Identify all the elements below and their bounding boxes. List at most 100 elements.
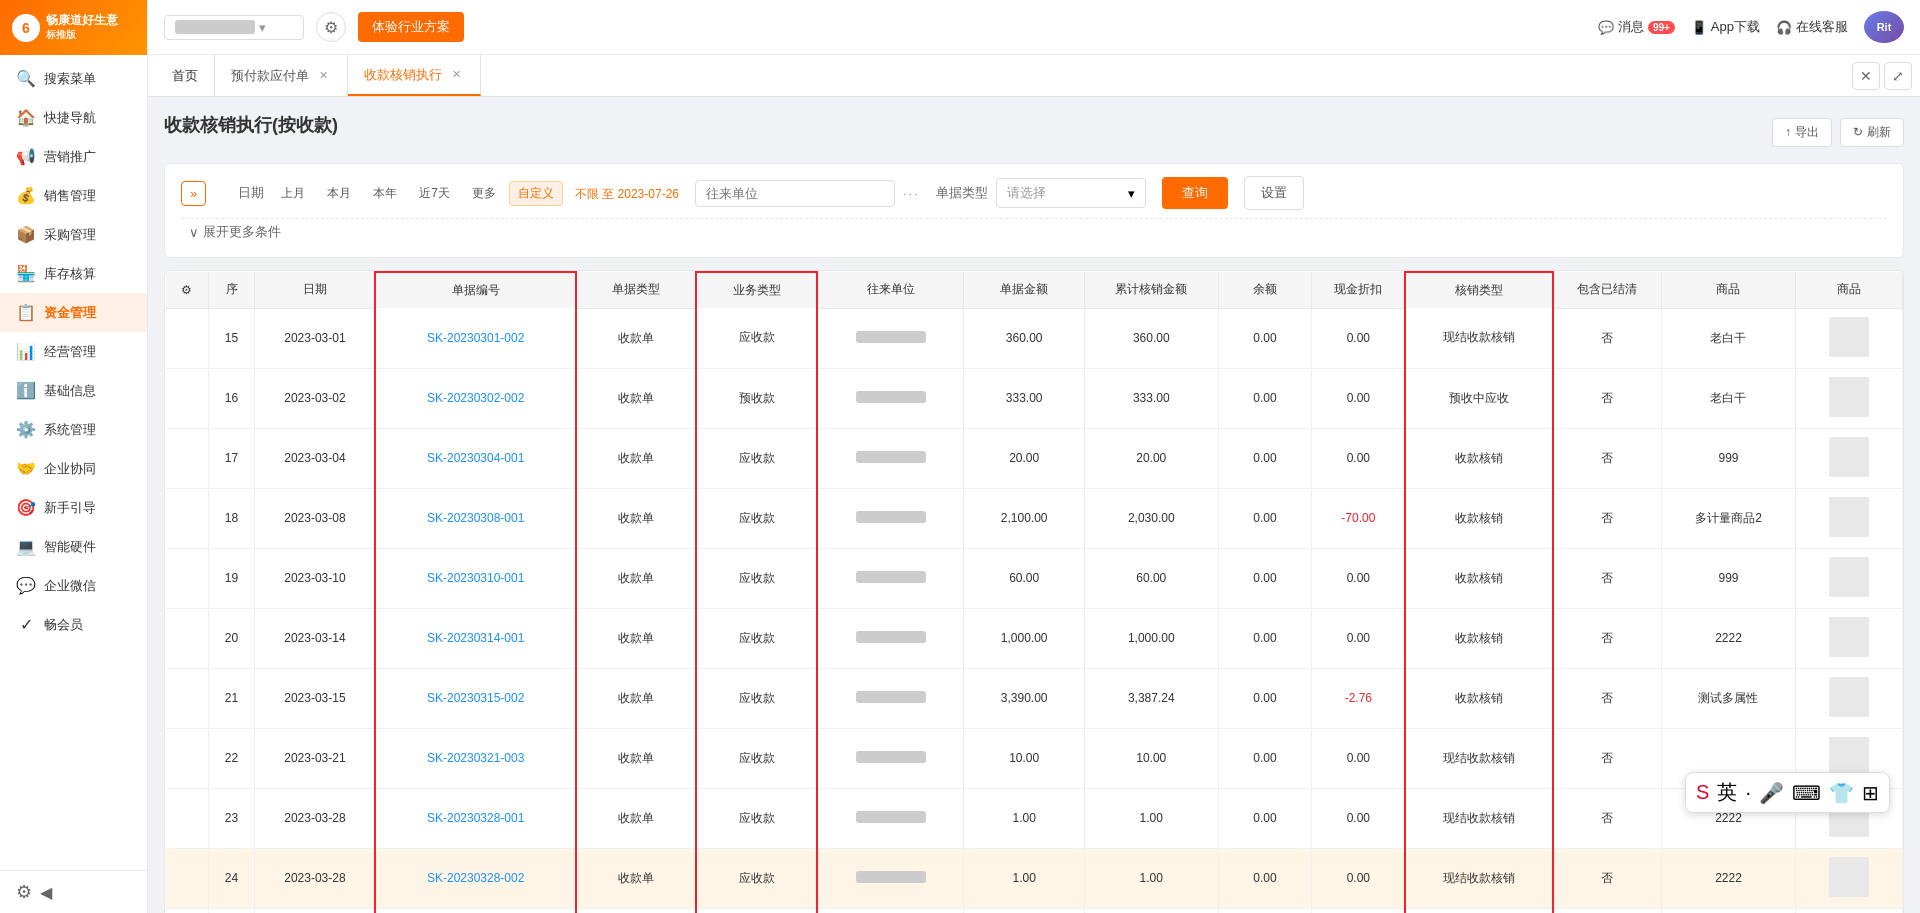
sogou-keyboard-icon[interactable]: ⌨ [1792, 781, 1821, 805]
online-service-btn[interactable]: 🎧 在线客服 [1776, 18, 1848, 36]
row-gear [166, 368, 208, 428]
doc-no-link[interactable]: SK-20230310-001 [427, 571, 524, 585]
sogou-brand-icon: S [1696, 781, 1709, 804]
sidebar-item-search[interactable]: 🔍搜索菜单 [0, 59, 147, 98]
doc-no-link[interactable]: SK-20230328-001 [427, 811, 524, 825]
tab-collection-exec[interactable]: 收款核销执行 ✕ [348, 55, 481, 96]
date-btn-custom[interactable]: 自定义 [509, 181, 563, 206]
doc-no-link[interactable]: SK-20230304-001 [427, 451, 524, 465]
tab-expand-btn[interactable]: ⤢ [1884, 62, 1912, 90]
row-doc-amount: 60.00 [964, 548, 1084, 608]
sidebar-item-quick-nav[interactable]: 🏠快捷导航 [0, 98, 147, 137]
partner-dots[interactable]: ··· [903, 186, 920, 201]
settings-gear-btn[interactable]: ⚙ [316, 12, 346, 42]
tab-home[interactable]: 首页 [156, 55, 215, 96]
sidebar-item-basic-info[interactable]: ℹ️基础信息 [0, 371, 147, 410]
row-gear [166, 788, 208, 848]
row-gear [166, 548, 208, 608]
date-btn-this-year[interactable]: 本年 [364, 181, 406, 206]
row-cum-cancel: 1.00 [1084, 788, 1218, 848]
row-balance: 0.00 [1218, 308, 1312, 368]
row-product: 测试多属性 [1662, 668, 1796, 728]
doc-no-link[interactable]: SK-20230314-001 [427, 631, 524, 645]
row-doc-no: SK-20230304-001 [375, 428, 576, 488]
sidebar-item-finance[interactable]: 📋资金管理 [0, 293, 147, 332]
user-avatar[interactable]: Rit [1864, 11, 1904, 43]
row-include-settled: 否 [1553, 368, 1662, 428]
doc-no-link[interactable]: SK-20230315-002 [427, 691, 524, 705]
filter-settings-btn[interactable]: 设置 [1244, 176, 1304, 210]
search-icon: 🔍 [16, 69, 36, 88]
doc-no-link[interactable]: SK-20230308-001 [427, 511, 524, 525]
member-icon: ✓ [16, 615, 36, 634]
sidebar-item-purchase[interactable]: 📦采购管理 [0, 215, 147, 254]
row-gear [166, 728, 208, 788]
sidebar-item-guide[interactable]: 🎯新手引导 [0, 488, 147, 527]
row-partner [817, 488, 964, 548]
row-cum-cancel: 10.00 [1084, 728, 1218, 788]
collapse-icon[interactable]: ◀ [40, 883, 52, 902]
sidebar-item-inventory[interactable]: 🏪库存核算 [0, 254, 147, 293]
sidebar: 6 畅康道好生意 标推版 🔍搜索菜单🏠快捷导航📢营销推广💰销售管理📦采购管理🏪库… [0, 0, 148, 913]
company-selector[interactable]: ▾ [164, 15, 304, 40]
tab-close-all-btn[interactable]: ✕ [1852, 62, 1880, 90]
page-actions: ↑ 导出 ↻ 刷新 [1772, 118, 1904, 147]
sidebar-item-operations[interactable]: 📊经营管理 [0, 332, 147, 371]
sidebar-item-corp[interactable]: 🤝企业协同 [0, 449, 147, 488]
sogou-grid-icon[interactable]: ⊞ [1862, 781, 1879, 805]
filter-toggle-btn[interactable]: » [181, 181, 206, 206]
row-biz-type: 应收款 [696, 728, 816, 788]
date-btn-this-month[interactable]: 本月 [318, 181, 360, 206]
expand-more-btn[interactable]: ∨ 展开更多条件 [181, 218, 1887, 245]
row-doc-type: 收款单 [576, 608, 696, 668]
sidebar-item-sales[interactable]: 💰销售管理 [0, 176, 147, 215]
message-btn[interactable]: 💬 消息 99+ [1598, 18, 1675, 36]
refresh-btn[interactable]: ↻ 刷新 [1840, 118, 1904, 147]
doc-no-link[interactable]: SK-20230321-003 [427, 751, 524, 765]
row-cum-cancel: 2,030.00 [1084, 488, 1218, 548]
partner-input[interactable] [695, 180, 895, 207]
table-body: 15 2023-03-01 SK-20230301-002 收款单 应收款 36… [166, 308, 1903, 913]
collection-exec-tab-close[interactable]: ✕ [448, 67, 464, 83]
col-gear[interactable]: ⚙ [166, 272, 208, 308]
row-doc-amount: 1.00 [964, 788, 1084, 848]
date-btn-more[interactable]: 更多 [463, 181, 505, 206]
sidebar-label-marketing: 营销推广 [44, 148, 96, 166]
doc-no-link[interactable]: SK-20230301-002 [427, 331, 524, 345]
app-download-btn[interactable]: 📱 App下载 [1691, 18, 1760, 36]
row-partner [817, 848, 964, 908]
settings-icon[interactable]: ⚙ [16, 881, 32, 903]
row-biz-type: 应收款 [696, 608, 816, 668]
quick-nav-icon: 🏠 [16, 108, 36, 127]
date-btn-7days[interactable]: 近7天 [410, 181, 459, 206]
row-product2 [1795, 428, 1902, 488]
doc-no-link[interactable]: SK-20230302-002 [427, 391, 524, 405]
row-include-settled: 否 [1553, 308, 1662, 368]
row-balance: 0.00 [1218, 488, 1312, 548]
doc-no-link[interactable]: SK-20230328-002 [427, 871, 524, 885]
row-cash-discount: 0.00 [1312, 608, 1406, 668]
sidebar-item-member[interactable]: ✓畅会员 [0, 605, 147, 644]
row-cancel-type: 预收中应收 [1405, 368, 1552, 428]
row-include-settled: 否 [1553, 668, 1662, 728]
sidebar-item-marketing[interactable]: 📢营销推广 [0, 137, 147, 176]
query-btn[interactable]: 查询 [1162, 177, 1228, 209]
industry-btn[interactable]: 体验行业方案 [358, 12, 464, 42]
sogou-mic-icon[interactable]: 🎤 [1759, 781, 1784, 805]
date-btn-last-month[interactable]: 上月 [272, 181, 314, 206]
receipt-type-select[interactable]: 请选择 ▾ [996, 178, 1146, 208]
col-date: 日期 [255, 272, 375, 308]
home-tab-label: 首页 [172, 67, 198, 85]
row-partner [817, 608, 964, 668]
row-cum-cancel: 1,000.00 [1084, 608, 1218, 668]
sogou-item-1[interactable]: 英 [1717, 779, 1737, 806]
tab-pre-sales[interactable]: 预付款应付单 ✕ [215, 55, 348, 96]
guide-icon: 🎯 [16, 498, 36, 517]
sidebar-item-wechat[interactable]: 💬企业微信 [0, 566, 147, 605]
pre-sales-tab-close[interactable]: ✕ [315, 68, 331, 84]
row-cash-discount: 0.00 [1312, 428, 1406, 488]
export-btn[interactable]: ↑ 导出 [1772, 118, 1832, 147]
sogou-shirt-icon[interactable]: 👕 [1829, 781, 1854, 805]
sidebar-item-hardware[interactable]: 💻智能硬件 [0, 527, 147, 566]
sidebar-item-system[interactable]: ⚙️系统管理 [0, 410, 147, 449]
